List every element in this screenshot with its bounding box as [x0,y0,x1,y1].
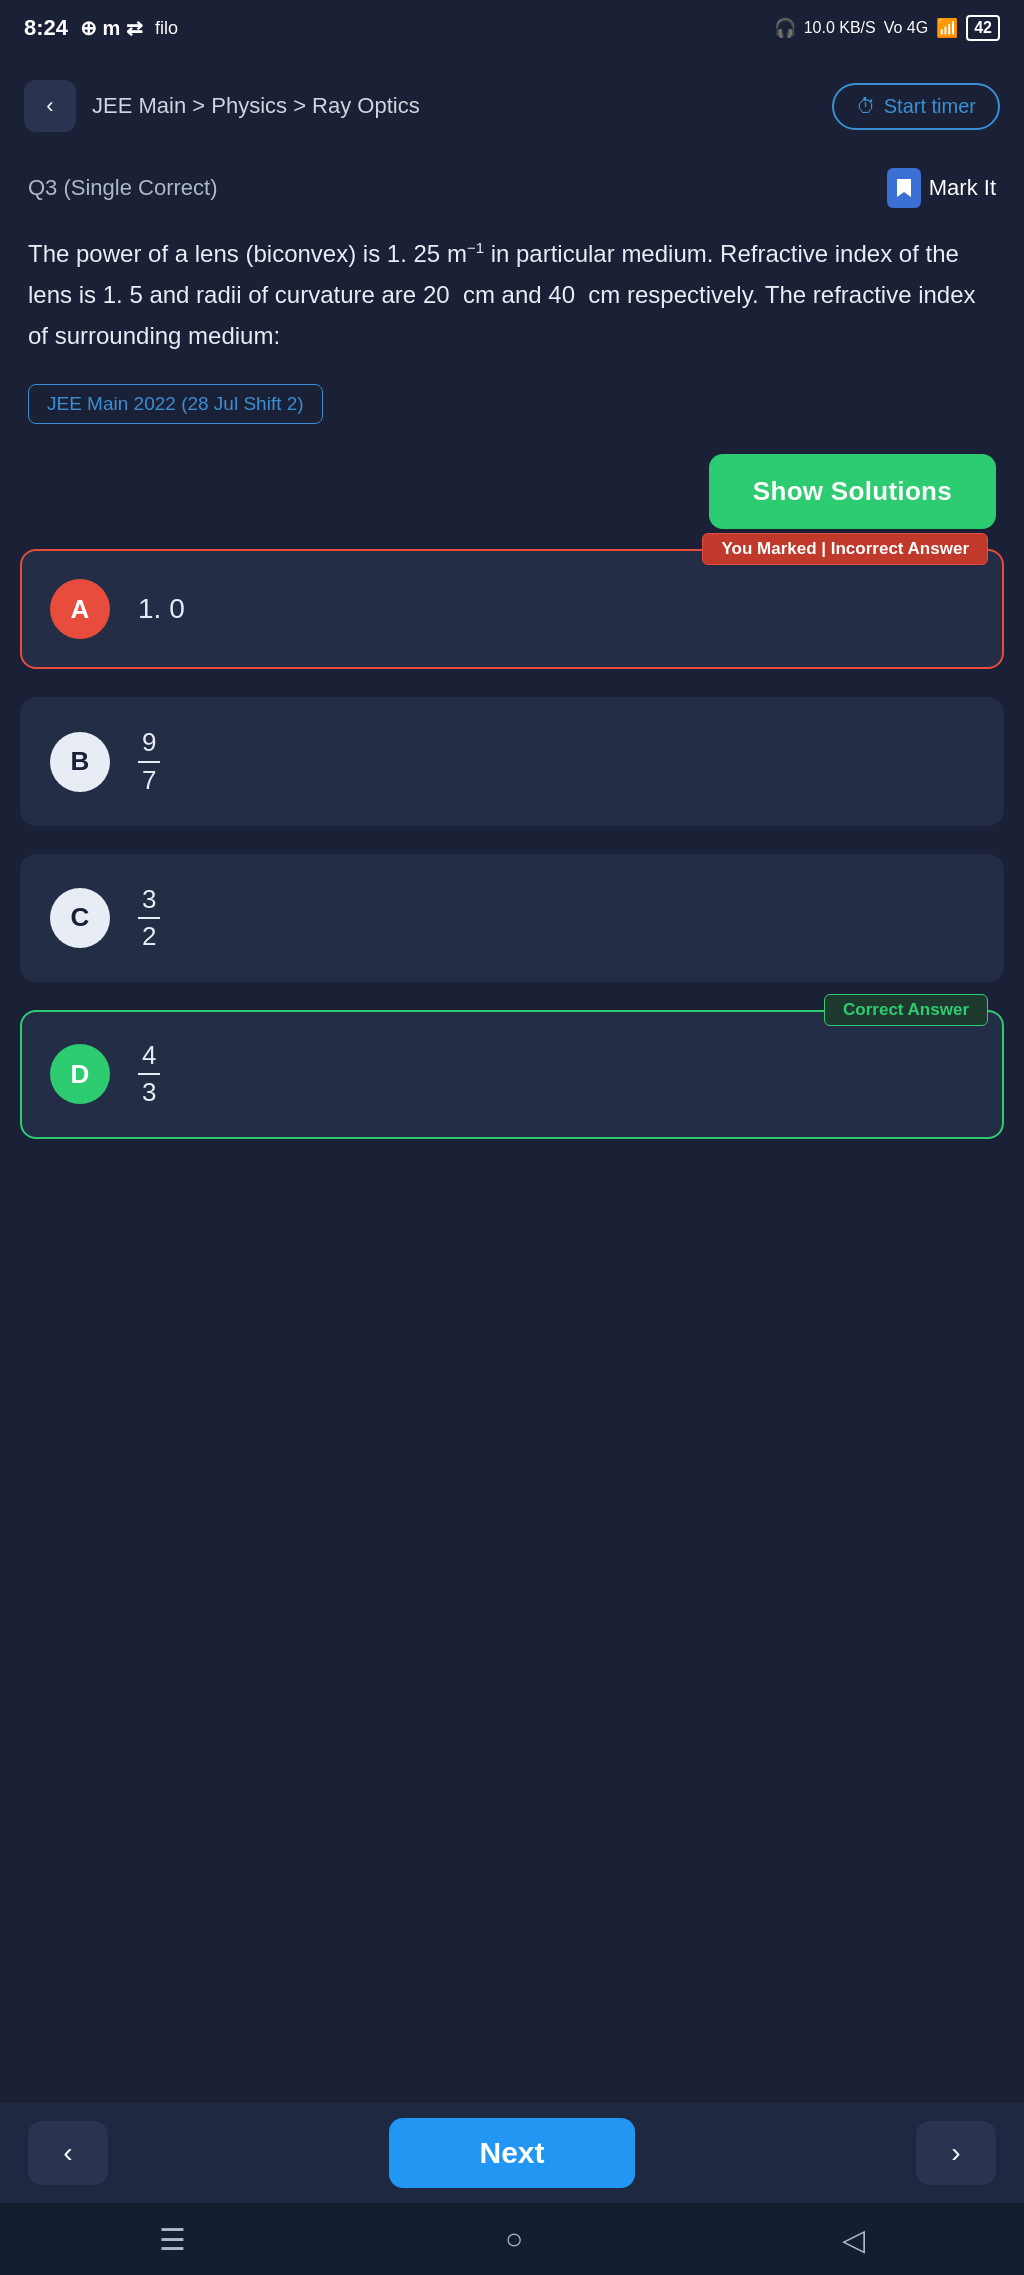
option-a-value: 1. 0 [138,593,185,625]
menu-icon[interactable]: ☰ [159,2222,186,2257]
question-content: The power of a lens (biconvex) is 1. 25 … [0,218,1024,376]
mark-it-button[interactable]: Mark It [887,168,996,208]
bottom-nav: ‹ Next › [0,2103,1024,2203]
status-time: 8:24 ⊕ m ⇄ filo [24,15,178,41]
option-a[interactable]: A 1. 0 [20,549,1004,669]
option-c[interactable]: C 3 2 [20,854,1004,982]
question-label: Q3 (Single Correct) [28,175,218,201]
option-b-wrapper: B 9 7 [20,697,1004,825]
status-icons: 🎧 10.0 KB/S Vo 4G 📶 42 [774,15,1000,41]
nav-header: ‹ JEE Main > Physics > Ray Optics ⏱ Star… [0,64,1024,148]
option-c-value: 3 2 [138,884,160,952]
question-header: Q3 (Single Correct) Mark It [0,148,1024,218]
option-d-circle: D [50,1044,110,1104]
prev-button[interactable]: ‹ [28,2121,108,2185]
exam-tag: JEE Main 2022 (28 Jul Shift 2) [28,384,323,424]
option-d[interactable]: D 4 3 [20,1010,1004,1138]
system-nav-bar: ☰ ○ ◁ [0,2203,1024,2275]
option-d-wrapper: Correct Answer D 4 3 [20,1010,1004,1138]
breadcrumb: JEE Main > Physics > Ray Optics [92,93,420,119]
back-button[interactable]: ‹ [24,80,76,132]
option-b-value: 9 7 [138,727,160,795]
status-bar: 8:24 ⊕ m ⇄ filo 🎧 10.0 KB/S Vo 4G 📶 42 [0,0,1024,56]
option-c-wrapper: C 3 2 [20,854,1004,982]
start-timer-button[interactable]: ⏱ Start timer [832,83,1000,130]
incorrect-answer-badge: You Marked | Incorrect Answer [702,533,988,565]
option-b[interactable]: B 9 7 [20,697,1004,825]
options-container: You Marked | Incorrect Answer A 1. 0 B 9… [0,549,1024,1138]
option-a-circle: A [50,579,110,639]
option-c-circle: C [50,888,110,948]
tag-row: JEE Main 2022 (28 Jul Shift 2) [0,376,1024,444]
bookmark-icon [887,168,921,208]
show-solutions-button[interactable]: Show Solutions [709,454,996,529]
correct-answer-badge: Correct Answer [824,994,988,1026]
home-icon[interactable]: ○ [505,2222,523,2256]
back-icon[interactable]: ◁ [842,2222,865,2257]
next-arrow-button[interactable]: › [916,2121,996,2185]
next-button[interactable]: Next [389,2118,634,2188]
option-a-wrapper: You Marked | Incorrect Answer A 1. 0 [20,549,1004,669]
option-b-circle: B [50,732,110,792]
option-d-value: 4 3 [138,1040,160,1108]
